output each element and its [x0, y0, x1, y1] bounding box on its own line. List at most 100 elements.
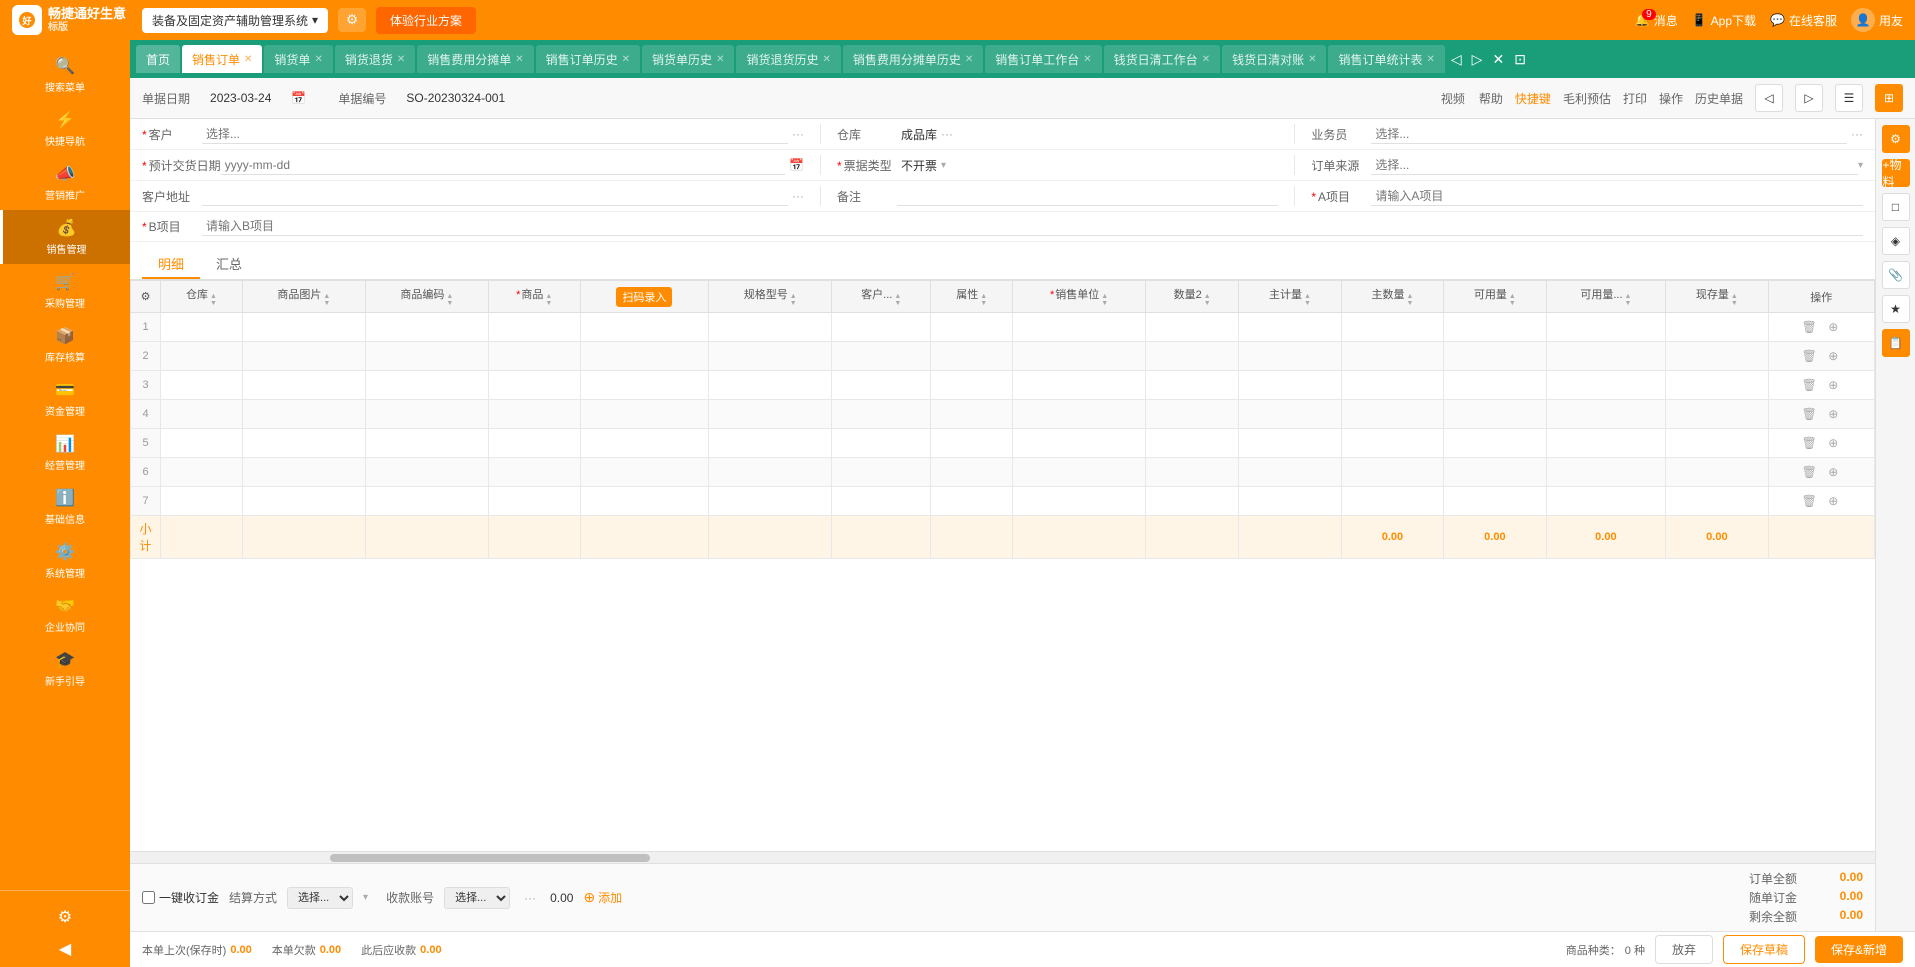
tab-close-12[interactable]: ✕: [1427, 54, 1435, 65]
tab-nav-btn-2[interactable]: ✕: [1488, 51, 1508, 68]
delivery-cal-icon[interactable]: 📅: [789, 158, 804, 172]
tab-close-5[interactable]: ✕: [622, 54, 630, 65]
add-button[interactable]: ⊕ 添加: [583, 889, 622, 906]
tab-nav-btn-3[interactable]: ⊡: [1510, 51, 1530, 68]
operate-button[interactable]: 操作: [1659, 90, 1683, 107]
tab-2[interactable]: 销货单✕: [264, 45, 332, 73]
quick-pay-checkbox[interactable]: 一键收订金: [142, 889, 219, 906]
row-delete-4[interactable]: 🗑: [1799, 404, 1819, 424]
customer-input[interactable]: [202, 125, 788, 144]
rp-btn-1[interactable]: □: [1882, 193, 1910, 221]
sidebar-item-10[interactable]: 🤝企业协同: [0, 588, 130, 642]
td-action-5[interactable]: 🗑⊕: [1768, 429, 1874, 458]
account-select[interactable]: 选择...: [444, 887, 510, 909]
tab-close-8[interactable]: ✕: [965, 54, 973, 65]
sidebar-item-4[interactable]: 🛒采购管理: [0, 264, 130, 318]
invoice-arrow-icon[interactable]: ▾: [941, 160, 946, 171]
td-action-4[interactable]: 🗑⊕: [1768, 400, 1874, 429]
td-action-6[interactable]: 🗑⊕: [1768, 458, 1874, 487]
save-new-button[interactable]: 保存&新增: [1815, 936, 1903, 963]
online-service-item[interactable]: 💬 在线客服: [1770, 12, 1837, 29]
form-tab-1[interactable]: 汇总: [200, 250, 258, 279]
rp-settings-button[interactable]: ⚙: [1882, 125, 1910, 153]
a-project-input[interactable]: [1371, 187, 1863, 206]
sidebar-item-11[interactable]: 🎓新手引导: [0, 642, 130, 696]
sidebar-item-3[interactable]: 💰销售管理: [0, 210, 130, 264]
tab-11[interactable]: 钱货日清对账✕: [1222, 45, 1326, 73]
tab-12[interactable]: 销售订单统计表✕: [1328, 45, 1444, 73]
address-input[interactable]: [202, 187, 788, 206]
scrollbar-track[interactable]: [130, 851, 1875, 863]
row-delete-1[interactable]: 🗑: [1799, 317, 1819, 337]
form-tab-0[interactable]: 明细: [142, 250, 200, 279]
tab-nav-btn-0[interactable]: ◁: [1447, 51, 1466, 68]
address-more-icon[interactable]: ···: [792, 189, 804, 203]
hotkey-button[interactable]: 快捷键: [1515, 90, 1551, 107]
list-view-button[interactable]: ⊞: [1875, 84, 1903, 112]
row-delete-2[interactable]: 🗑: [1799, 346, 1819, 366]
sidebar-item-0[interactable]: 🔍搜索菜单: [0, 48, 130, 102]
sidebar-item-5[interactable]: 📦库存核算: [0, 318, 130, 372]
staff-more-icon[interactable]: ···: [1851, 127, 1863, 141]
tab-close-1[interactable]: ✕: [244, 54, 252, 65]
settlement-select[interactable]: 选择...: [287, 887, 353, 909]
staff-input[interactable]: [1371, 125, 1847, 144]
tab-5[interactable]: 销售订单历史✕: [536, 45, 640, 73]
tab-close-2[interactable]: ✕: [314, 54, 322, 65]
tab-8[interactable]: 销售费用分摊单历史✕: [843, 45, 983, 73]
td-action-1[interactable]: 🗑⊕: [1768, 313, 1874, 342]
scrollbar-thumb[interactable]: [330, 854, 650, 862]
calendar-icon[interactable]: 📅: [291, 91, 306, 105]
view-button[interactable]: 视频: [1441, 90, 1465, 107]
tab-close-3[interactable]: ✕: [397, 54, 405, 65]
prev-button[interactable]: ◁: [1755, 84, 1783, 112]
scan-button[interactable]: 扫码录入: [616, 287, 672, 307]
row-copy-1[interactable]: ⊕: [1823, 317, 1843, 337]
notification-item[interactable]: 🔔 9 消息: [1635, 12, 1678, 29]
quick-pay-input[interactable]: [142, 891, 155, 904]
discard-button[interactable]: 放弃: [1655, 935, 1713, 964]
sidebar-item-9[interactable]: ⚙️系统管理: [0, 534, 130, 588]
tab-4[interactable]: 销售费用分摊单✕: [417, 45, 533, 73]
settlement-arrow-icon[interactable]: ▾: [363, 892, 368, 903]
tab-10[interactable]: 钱货日清工作台✕: [1104, 45, 1220, 73]
tab-close-11[interactable]: ✕: [1308, 54, 1316, 65]
tab-close-10[interactable]: ✕: [1202, 54, 1210, 65]
order-source-input[interactable]: [1371, 156, 1858, 175]
td-action-2[interactable]: 🗑⊕: [1768, 342, 1874, 371]
row-copy-2[interactable]: ⊕: [1823, 346, 1843, 366]
sidebar-item-6[interactable]: 💳资金管理: [0, 372, 130, 426]
b-project-input[interactable]: [202, 217, 1863, 236]
industry-button[interactable]: 体验行业方案: [376, 7, 476, 34]
save-draft-button[interactable]: 保存草稿: [1723, 935, 1805, 964]
row-copy-3[interactable]: ⊕: [1823, 375, 1843, 395]
row-copy-6[interactable]: ⊕: [1823, 462, 1843, 482]
profit-button[interactable]: 毛利预估: [1563, 90, 1611, 107]
row-delete-5[interactable]: 🗑: [1799, 433, 1819, 453]
row-delete-6[interactable]: 🗑: [1799, 462, 1819, 482]
sidebar-settings[interactable]: ⚙: [54, 899, 76, 935]
th-settings[interactable]: ⚙: [131, 281, 161, 313]
table-wrapper[interactable]: ⚙仓库▲▼商品图片▲▼商品编码▲▼*商品▲▼扫码录入规格型号▲▼客户...▲▼属…: [130, 280, 1875, 851]
order-source-arrow-icon[interactable]: ▾: [1858, 160, 1863, 171]
sidebar-item-2[interactable]: 📣营销推广: [0, 156, 130, 210]
row-copy-7[interactable]: ⊕: [1823, 491, 1843, 511]
rp-add-button[interactable]: +物料: [1882, 159, 1910, 187]
td-action-7[interactable]: 🗑⊕: [1768, 487, 1874, 516]
remark-input[interactable]: [897, 187, 1278, 206]
sidebar-item-1[interactable]: ⚡快捷导航: [0, 102, 130, 156]
rp-btn-4[interactable]: ★: [1882, 295, 1910, 323]
rp-btn-5[interactable]: 📋: [1882, 329, 1910, 357]
customer-more-icon[interactable]: ···: [792, 127, 804, 141]
next-button[interactable]: ▷: [1795, 84, 1823, 112]
tab-close-7[interactable]: ✕: [822, 54, 830, 65]
tab-1[interactable]: 销售订单✕: [182, 45, 262, 73]
print-button[interactable]: 打印: [1623, 90, 1647, 107]
row-copy-5[interactable]: ⊕: [1823, 433, 1843, 453]
tab-9[interactable]: 销售订单工作台✕: [985, 45, 1101, 73]
th-scan[interactable]: 扫码录入: [580, 281, 709, 313]
history-button[interactable]: 历史单据: [1695, 90, 1743, 107]
row-copy-4[interactable]: ⊕: [1823, 404, 1843, 424]
delivery-input[interactable]: [221, 156, 785, 175]
sidebar-item-8[interactable]: ℹ️基础信息: [0, 480, 130, 534]
